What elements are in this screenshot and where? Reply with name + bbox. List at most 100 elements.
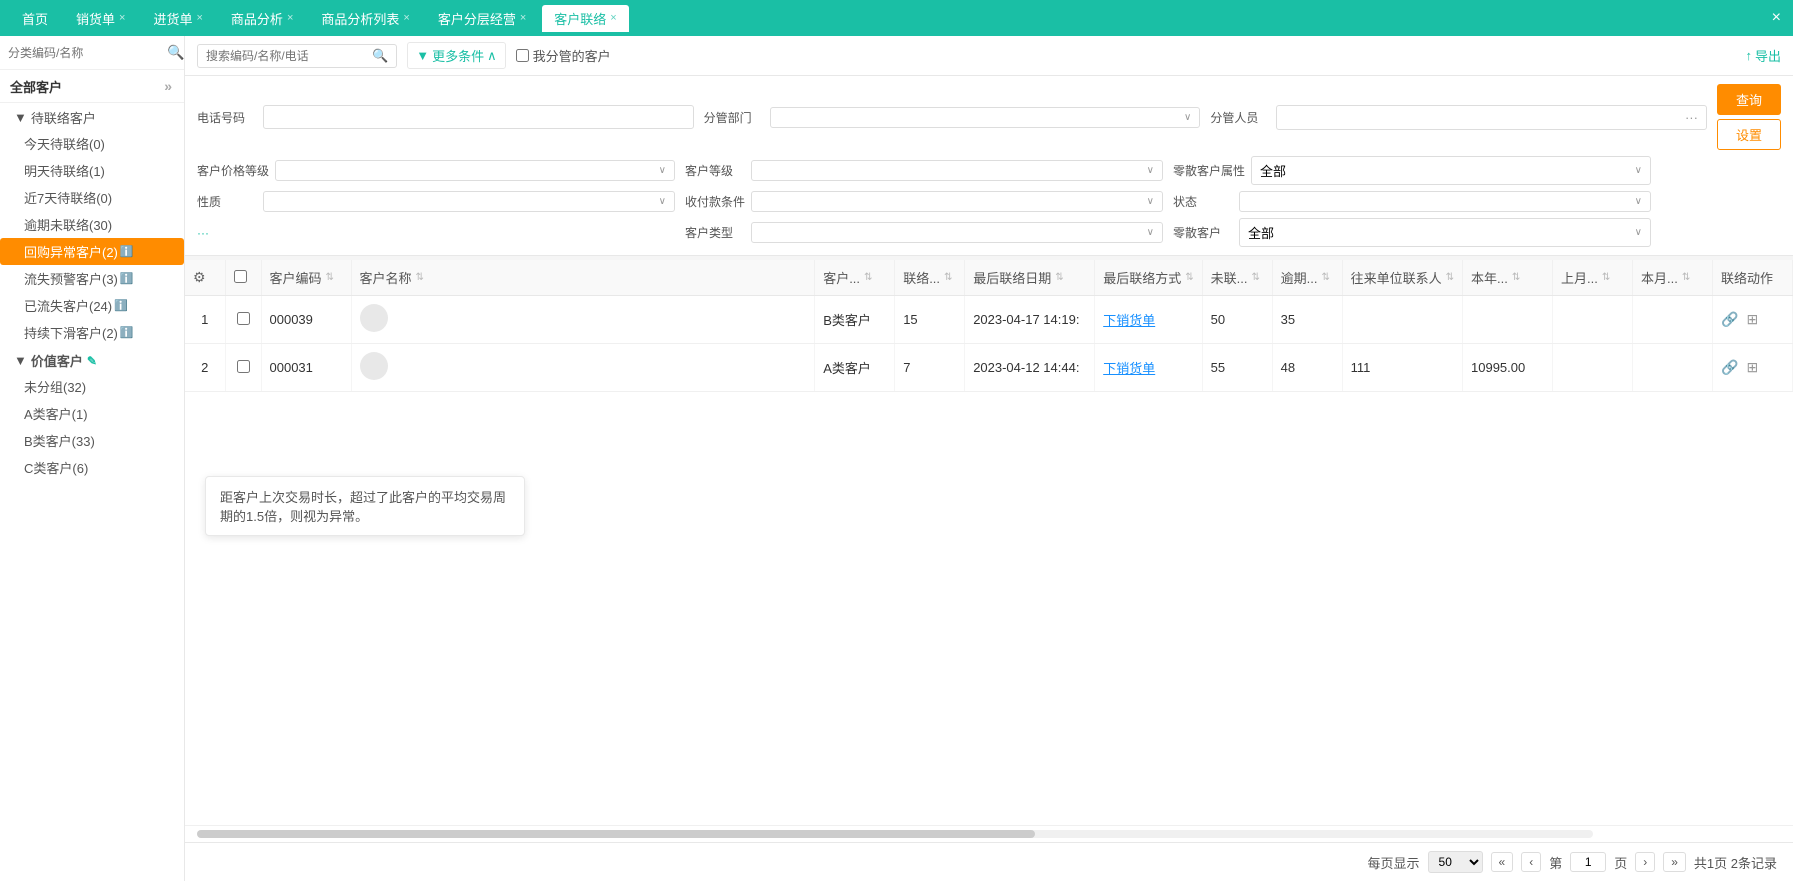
my-customer-checkbox[interactable] — [516, 49, 529, 62]
tab-sales-order[interactable]: 销货单 × — [64, 5, 137, 32]
sidebar-item-7days-pending[interactable]: 近7天待联络(0) — [0, 184, 184, 211]
tab-product-analysis-list[interactable]: 商品分析列表 × — [309, 5, 421, 32]
export-button[interactable]: ↑ 导出 — [1745, 46, 1781, 65]
th-action: 联络动作 — [1713, 260, 1793, 296]
th-last-method[interactable]: 最后联络方式 ⇅ — [1095, 260, 1202, 296]
sidebar-item-repurchase-abnormal[interactable]: 回购异常客户(2) ℹ️ — [0, 238, 184, 265]
row1-link-icon[interactable]: 🔗 — [1721, 311, 1738, 328]
th-code[interactable]: 客户编码 ⇅ — [261, 260, 351, 296]
filter-action-buttons: 查询 设置 — [1717, 84, 1781, 150]
row1-last-method[interactable]: 下销货单 — [1095, 296, 1202, 344]
sidebar-item-class-b[interactable]: B类客户(33) — [0, 427, 184, 454]
close-customer-tier-icon[interactable]: × — [520, 12, 526, 24]
nature-select[interactable]: ∨ — [263, 191, 675, 212]
tab-customer-tier[interactable]: 客户分层经营 × — [426, 5, 538, 32]
scrollbar-thumb[interactable] — [197, 830, 1035, 838]
row2-link-icon[interactable]: 🔗 — [1721, 359, 1738, 376]
retail-customer-select[interactable]: 全部 ∨ — [1239, 218, 1651, 247]
close-customer-contact-icon[interactable]: × — [610, 12, 616, 24]
sidebar-item-class-a[interactable]: A类客户(1) — [0, 400, 184, 427]
more-conditions-button[interactable]: ▼ 更多条件 ∧ — [407, 42, 505, 69]
first-page-button[interactable]: « — [1491, 852, 1514, 872]
all-customers-header[interactable]: 全部客户 » — [0, 70, 184, 103]
sidebar-item-tomorrow-pending[interactable]: 明天待联络(1) — [0, 157, 184, 184]
sidebar-item-churn-warning[interactable]: 流失预警客户(3) ℹ️ — [0, 265, 184, 292]
th-this-year[interactable]: 本年... ⇅ — [1463, 260, 1553, 296]
search-icon[interactable]: 🔍 — [372, 48, 388, 64]
th-cust-type[interactable]: 客户... ⇅ — [815, 260, 895, 296]
price-level-label: 客户价格等级 — [197, 162, 269, 179]
close-purchase-order-icon[interactable]: × — [196, 12, 202, 24]
prev-page-button[interactable]: ‹ — [1521, 852, 1541, 872]
sidebar-item-declining[interactable]: 持续下滑客户(2) ℹ️ — [0, 319, 184, 346]
last-page-button[interactable]: » — [1663, 852, 1686, 872]
th-name[interactable]: 客户名称 ⇅ — [351, 260, 815, 296]
search-input[interactable] — [206, 49, 366, 63]
value-group-edit-icon[interactable]: ✎ — [87, 354, 97, 368]
cust-type-select[interactable]: ∨ — [751, 222, 1163, 243]
tab-purchase-order[interactable]: 进货单 × — [141, 5, 214, 32]
close-product-analysis-list-icon[interactable]: × — [403, 12, 409, 24]
dept-select[interactable]: ∨ — [770, 107, 1201, 128]
cust-type-label: 客户类型 — [685, 224, 745, 241]
page-number-input[interactable] — [1570, 852, 1606, 872]
sidebar-item-today-pending[interactable]: 今天待联络(0) — [0, 130, 184, 157]
row1-last-month — [1553, 296, 1633, 344]
th-not-contact[interactable]: 未联... ⇅ — [1202, 260, 1272, 296]
payment-select[interactable]: ∨ — [751, 191, 1163, 212]
th-this-month[interactable]: 本月... ⇅ — [1633, 260, 1713, 296]
person-more-icon[interactable]: ··· — [1685, 110, 1698, 125]
close-product-analysis-icon[interactable]: × — [287, 12, 293, 24]
sidebar-search-input[interactable] — [8, 46, 163, 60]
th-contact[interactable]: 联络... ⇅ — [895, 260, 965, 296]
th-overdue[interactable]: 逾期... ⇅ — [1272, 260, 1342, 296]
row2-last-date: 2023-04-12 14:44: — [965, 344, 1095, 392]
row1-name[interactable] — [351, 296, 815, 344]
customer-table: ⚙ 客户编码 ⇅ — [185, 260, 1793, 392]
filter-more-button[interactable]: ··· — [197, 226, 209, 240]
payment-chevron-icon: ∨ — [1147, 196, 1154, 207]
th-unit-contact[interactable]: 往来单位联系人 ⇅ — [1342, 260, 1462, 296]
per-page-select[interactable]: 50 10 20 100 — [1428, 851, 1483, 873]
page-label: 第 — [1549, 853, 1562, 872]
sidebar-item-overdue-contact[interactable]: 逾期未联络(30) — [0, 211, 184, 238]
row2-name[interactable] — [351, 344, 815, 392]
sort-name-icon: ⇅ — [416, 272, 424, 283]
sidebar-item-churned[interactable]: 已流失客户(24) ℹ️ — [0, 292, 184, 319]
row2-grid-icon[interactable]: ⊞ — [1746, 359, 1758, 376]
sidebar-collapse-icon[interactable]: » — [162, 76, 174, 96]
query-button[interactable]: 查询 — [1717, 84, 1781, 115]
price-level-select[interactable]: ∨ — [275, 160, 675, 181]
tab-home[interactable]: 首页 — [10, 5, 60, 32]
person-select[interactable]: ··· — [1276, 105, 1707, 130]
sidebar-search-area: 🔍 — [0, 36, 184, 70]
scrollbar-track[interactable] — [197, 830, 1593, 838]
row1-select-checkbox[interactable] — [237, 312, 250, 325]
filter-more-placeholder: ··· — [197, 226, 675, 240]
select-all-checkbox[interactable] — [234, 270, 247, 283]
status-select[interactable]: ∨ — [1239, 191, 1651, 212]
th-last-date[interactable]: 最后联络日期 ⇅ — [965, 260, 1095, 296]
phone-input[interactable] — [263, 105, 694, 129]
row1-this-year — [1463, 296, 1553, 344]
settings-button[interactable]: 设置 — [1717, 119, 1781, 150]
tab-product-analysis[interactable]: 商品分析 × — [219, 5, 305, 32]
th-last-month[interactable]: 上月... ⇅ — [1553, 260, 1633, 296]
close-sales-order-icon[interactable]: × — [119, 12, 125, 24]
row2-last-method[interactable]: 下销货单 — [1095, 344, 1202, 392]
sidebar-group-value-customers[interactable]: ▼ 价值客户 ✎ — [0, 346, 184, 373]
window-close-button[interactable]: × — [1772, 9, 1781, 27]
sidebar-item-class-c[interactable]: C类客户(6) — [0, 454, 184, 481]
row2-select-checkbox[interactable] — [237, 360, 250, 373]
sidebar-search-icon[interactable]: 🔍 — [167, 44, 184, 61]
sidebar-item-ungrouped[interactable]: 未分组(32) — [0, 373, 184, 400]
retail-attr-select[interactable]: 全部 ∨ — [1251, 156, 1651, 185]
table-settings-icon[interactable]: ⚙ — [193, 269, 206, 285]
filter-row-1: 电话号码 分管部门 ∨ 分管人员 ··· — [197, 84, 1781, 150]
tab-customer-contact[interactable]: 客户联络 × — [542, 5, 628, 32]
cust-level-select[interactable]: ∨ — [751, 160, 1163, 181]
row1-grid-icon[interactable]: ⊞ — [1746, 311, 1758, 328]
next-page-button[interactable]: › — [1635, 852, 1655, 872]
sidebar-group-pending-contact[interactable]: ▼ 待联络客户 — [0, 103, 184, 130]
table-container[interactable]: ⚙ 客户编码 ⇅ — [185, 260, 1793, 825]
